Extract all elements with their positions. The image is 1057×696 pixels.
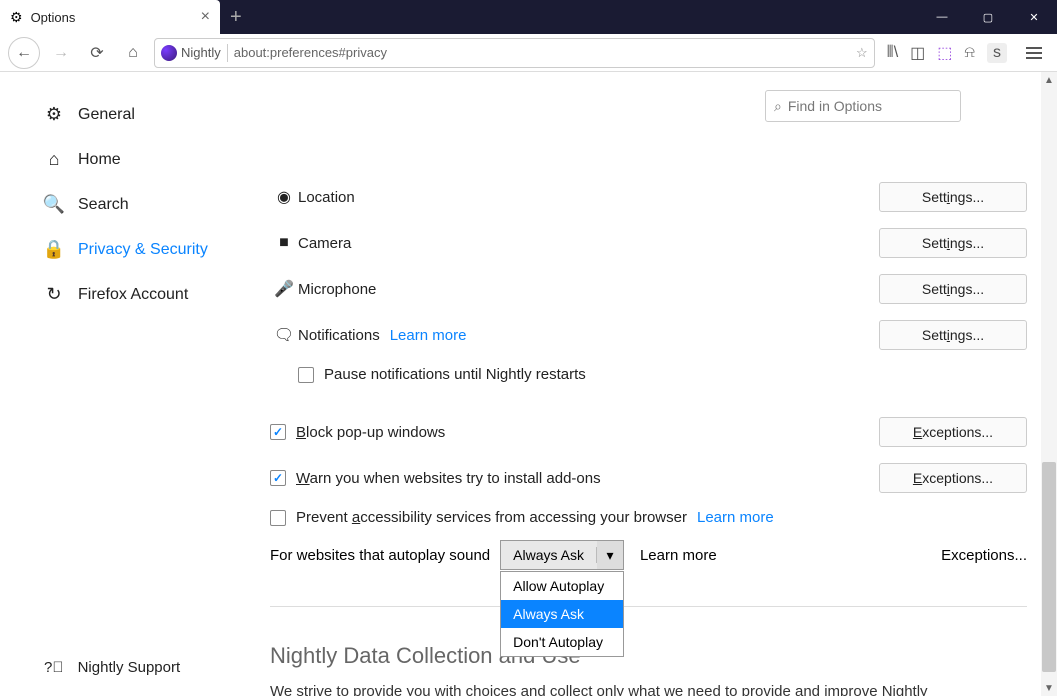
warn-install-checkbox[interactable] [270, 470, 286, 486]
maximize-button[interactable]: ▢ [965, 0, 1011, 34]
data-collection-text: We strive to provide you with choices an… [270, 681, 930, 696]
pause-notifications-label: Pause notifications until Nightly restar… [324, 366, 586, 383]
pause-notifications-checkbox[interactable] [298, 367, 314, 383]
gear-icon: ⚙ [44, 104, 64, 125]
support-link[interactable]: ?⃝ Nightly Support [44, 659, 180, 676]
url-bar[interactable]: Nightly about:preferences#privacy ☆ [154, 38, 875, 68]
minimize-button[interactable]: — [919, 0, 965, 34]
notifications-learn-more[interactable]: Learn more [390, 327, 467, 344]
sidebar-item-home[interactable]: ⌂ Home [0, 137, 230, 182]
bookmark-star-icon[interactable]: ☆ [856, 45, 868, 61]
sidebar-item-general[interactable]: ⚙ General [0, 92, 230, 137]
block-popups-label: Block pop-up windows [296, 424, 879, 441]
find-in-options[interactable]: ⌕ Find in Options [765, 90, 961, 122]
autoplay-learn-more[interactable]: Learn more [640, 547, 717, 564]
sidebar-item-account[interactable]: ↻ Firefox Account [0, 272, 230, 317]
location-label: Location [298, 189, 879, 206]
autoplay-exceptions-button[interactable]: Exceptions... [941, 547, 1027, 564]
help-icon: ?⃝ [44, 659, 64, 676]
section-divider [270, 606, 1027, 607]
camera-icon: ■ [270, 234, 298, 252]
microphone-settings-button[interactable]: Settings... [879, 274, 1027, 304]
warn-install-label: Warn you when websites try to install ad… [296, 470, 879, 487]
autoplay-option-always-ask[interactable]: Always Ask [501, 600, 623, 628]
home-icon: ⌂ [44, 149, 64, 170]
block-popups-exceptions-button[interactable]: Exceptions... [879, 417, 1027, 447]
lock-icon: 🔒 [44, 239, 64, 260]
back-button[interactable]: ← [8, 37, 40, 69]
location-settings-button[interactable]: Settings... [879, 182, 1027, 212]
library-icon[interactable]: ⦀\ [887, 44, 899, 62]
microphone-icon: 🎤 [270, 279, 298, 299]
scroll-up-icon[interactable]: ▲ [1041, 72, 1057, 88]
url-text: about:preferences#privacy [234, 45, 850, 60]
main-pane: ⌕ Find in Options ◉ Location Settings...… [230, 72, 1057, 696]
microphone-label: Microphone [298, 281, 879, 298]
warn-install-exceptions-button[interactable]: Exceptions... [879, 463, 1027, 493]
notification-icon[interactable]: ⍾ [964, 44, 975, 62]
search-icon: 🔍 [44, 194, 64, 215]
location-icon: ◉ [270, 187, 298, 207]
sidebar-item-privacy[interactable]: 🔒 Privacy & Security [0, 227, 230, 272]
sync-icon: ↻ [44, 284, 64, 305]
autoplay-dropdown[interactable]: Always Ask ▾ Allow Autoplay Always Ask D… [500, 540, 624, 570]
profile-badge[interactable]: s [987, 43, 1007, 63]
prevent-accessibility-label: Prevent accessibility services from acce… [296, 509, 687, 526]
close-tab-icon[interactable]: × [201, 8, 210, 26]
autoplay-option-allow[interactable]: Allow Autoplay [501, 572, 623, 600]
autoplay-dropdown-menu: Allow Autoplay Always Ask Don't Autoplay [500, 571, 624, 657]
camera-settings-button[interactable]: Settings... [879, 228, 1027, 258]
notifications-icon: 🗨 [270, 325, 298, 345]
scroll-thumb[interactable] [1042, 462, 1056, 672]
search-icon: ⌕ [774, 98, 782, 115]
autoplay-label: For websites that autoplay sound [270, 547, 490, 564]
sidebar: ⚙ General ⌂ Home 🔍 Search 🔒 Privacy & Se… [0, 72, 230, 696]
camera-label: Camera [298, 235, 879, 252]
toolbar: ← → ⟳ ⌂ Nightly about:preferences#privac… [0, 34, 1057, 72]
new-tab-button[interactable]: + [220, 0, 252, 34]
block-popups-checkbox[interactable] [270, 424, 286, 440]
home-button[interactable]: ⌂ [118, 38, 148, 68]
data-collection-title: Nightly Data Collection and Use [270, 643, 1027, 669]
scroll-down-icon[interactable]: ▼ [1041, 680, 1057, 696]
forward-button[interactable]: → [46, 38, 76, 68]
gear-icon: ⚙ [10, 9, 23, 26]
tab-title: Options [31, 10, 193, 25]
sidebar-icon[interactable]: ◫ [910, 43, 925, 63]
scrollbar[interactable]: ▲ ▼ [1041, 72, 1057, 696]
app-menu-button[interactable] [1019, 38, 1049, 68]
browser-tab[interactable]: ⚙ Options × [0, 0, 220, 34]
reload-button[interactable]: ⟳ [82, 38, 112, 68]
chevron-down-icon: ▾ [597, 541, 623, 569]
cube-icon[interactable]: ⬚ [937, 43, 952, 63]
titlebar: ⚙ Options × + — ▢ ✕ [0, 0, 1057, 34]
identity-box[interactable]: Nightly [161, 45, 221, 61]
prevent-accessibility-checkbox[interactable] [270, 510, 286, 526]
accessibility-learn-more[interactable]: Learn more [697, 509, 774, 526]
notifications-settings-button[interactable]: Settings... [879, 320, 1027, 350]
sidebar-item-search[interactable]: 🔍 Search [0, 182, 230, 227]
close-window-button[interactable]: ✕ [1011, 0, 1057, 34]
nightly-icon [161, 45, 177, 61]
notifications-label: Notifications [298, 327, 380, 344]
autoplay-option-dont[interactable]: Don't Autoplay [501, 628, 623, 656]
